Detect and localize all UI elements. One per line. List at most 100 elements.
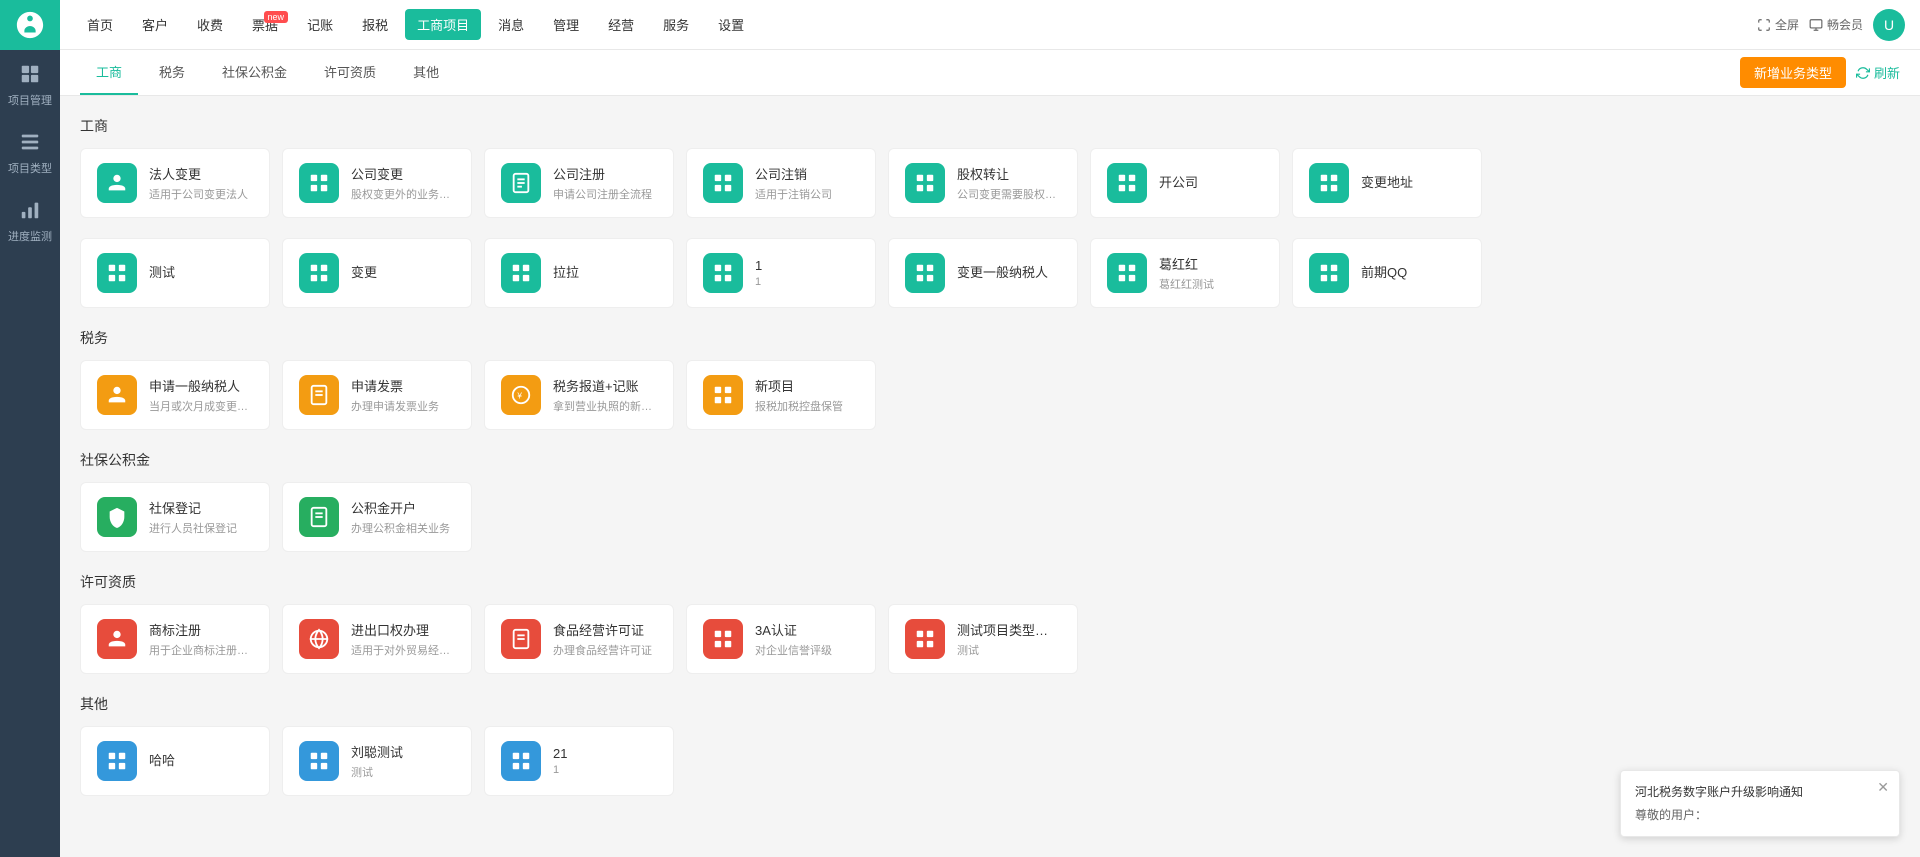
card-title: 拉拉 bbox=[553, 262, 657, 281]
list-icon bbox=[16, 128, 44, 156]
card-test[interactable]: 测试 bbox=[80, 238, 270, 308]
tab-license[interactable]: 许可资质 bbox=[308, 50, 392, 95]
import-icon bbox=[299, 619, 339, 659]
user-avatar[interactable]: U bbox=[1873, 9, 1905, 41]
card-company-cancel[interactable]: 公司注销 适用于注销公司 bbox=[686, 148, 876, 218]
card-trademark[interactable]: 商标注册 用于企业商标注册服务 bbox=[80, 604, 270, 674]
card-food-license[interactable]: 食品经营许可证 办理食品经营许可证 bbox=[484, 604, 674, 674]
card-apply-taxpayer[interactable]: 申请一般纳税人 当月或次月成变更完成 bbox=[80, 360, 270, 430]
nav-message[interactable]: 消息 bbox=[486, 9, 536, 40]
section-title-other: 其他 bbox=[80, 694, 1900, 714]
logo[interactable] bbox=[0, 0, 60, 50]
tax-icon: ¥ bbox=[501, 375, 541, 415]
tab-social[interactable]: 社保公积金 bbox=[206, 50, 303, 95]
card-apply-invoice[interactable]: 申请发票 办理申请发票业务 bbox=[282, 360, 472, 430]
tab-gongshang[interactable]: 工商 bbox=[80, 50, 138, 95]
cards-license: 商标注册 用于企业商标注册服务 进出口权办理 适用于对外贸易经营者 bbox=[80, 604, 1900, 674]
trademark-icon bbox=[97, 619, 137, 659]
card-tax-report[interactable]: ¥ 税务报道+记账 拿到营业执照的新公司 bbox=[484, 360, 674, 430]
card-text: 葛红红 葛红红测试 bbox=[1159, 254, 1263, 292]
card-haha[interactable]: 哈哈 bbox=[80, 726, 270, 796]
tab-tax[interactable]: 税务 bbox=[143, 50, 201, 95]
grid-icon-c bbox=[299, 253, 339, 293]
nav-operation[interactable]: 经营 bbox=[596, 9, 646, 40]
card-text: 税务报道+记账 拿到营业执照的新公司 bbox=[553, 376, 657, 414]
refresh-icon bbox=[1856, 66, 1870, 80]
card-desc: 测试 bbox=[351, 764, 455, 780]
sidebar-item-progress[interactable]: 进度监测 bbox=[0, 186, 60, 254]
card-change-address[interactable]: 变更地址 bbox=[1292, 148, 1482, 218]
card-lala[interactable]: 拉拉 bbox=[484, 238, 674, 308]
bank-icon bbox=[299, 497, 339, 537]
new-badge: new bbox=[264, 11, 289, 23]
card-title: 股权转让 bbox=[957, 164, 1061, 183]
card-text: 变更 bbox=[351, 262, 455, 284]
card-desc: 公司变更需要股权转让 bbox=[957, 186, 1061, 202]
sidebar-item-project-type[interactable]: 项目类型 bbox=[0, 118, 60, 186]
card-title: 前期QQ bbox=[1361, 262, 1465, 281]
card-3a[interactable]: 3A认证 对企业信誉评级 bbox=[686, 604, 876, 674]
nav-business[interactable]: 工商项目 bbox=[405, 9, 481, 40]
card-title: 变更地址 bbox=[1361, 172, 1465, 191]
card-company-change[interactable]: 公司变更 股权变更外的业务变更 bbox=[282, 148, 472, 218]
notification-popup: ✕ 河北税务数字账户升级影响通知 尊敬的用户： bbox=[1620, 770, 1900, 837]
card-test-type[interactable]: 测试项目类型自定义 测试 bbox=[888, 604, 1078, 674]
nav-client[interactable]: 客户 bbox=[130, 9, 180, 40]
card-title: 开公司 bbox=[1159, 172, 1263, 191]
food-icon bbox=[501, 619, 541, 659]
card-title: 税务报道+记账 bbox=[553, 376, 657, 395]
card-change2[interactable]: 变更 bbox=[282, 238, 472, 308]
section-title-license: 许可资质 bbox=[80, 572, 1900, 592]
card-fund-open[interactable]: 公积金开户 办理公积金相关业务 bbox=[282, 482, 472, 552]
invoice-icon bbox=[299, 375, 339, 415]
grid-small-icon2 bbox=[1309, 163, 1349, 203]
topnav: 首页 客户 收费 票据 new 记账 报税 工商项目 消息 管理 经营 服务 设… bbox=[60, 0, 1920, 50]
card-title: 测试 bbox=[149, 262, 253, 281]
nav-home[interactable]: 首页 bbox=[75, 9, 125, 40]
nav-fee[interactable]: 收费 bbox=[185, 9, 235, 40]
card-desc: 适用于公司变更法人 bbox=[149, 186, 253, 202]
nav-bookkeeping[interactable]: 记账 bbox=[295, 9, 345, 40]
chart-icon bbox=[16, 196, 44, 224]
card-title: 商标注册 bbox=[149, 620, 253, 639]
card-equity-transfer[interactable]: 股权转让 公司变更需要股权转让 bbox=[888, 148, 1078, 218]
grid-small-icon bbox=[1107, 163, 1147, 203]
sidebar-item-project-management[interactable]: 项目管理 bbox=[0, 50, 60, 118]
card-one[interactable]: 1 1 bbox=[686, 238, 876, 308]
card-text: 开公司 bbox=[1159, 172, 1263, 194]
nav-service[interactable]: 服务 bbox=[651, 9, 701, 40]
tab-other[interactable]: 其他 bbox=[397, 50, 455, 95]
card-gehonghong[interactable]: 葛红红 葛红红测试 bbox=[1090, 238, 1280, 308]
orange-person-icon bbox=[97, 375, 137, 415]
fullscreen-button[interactable]: 全屏 bbox=[1757, 16, 1799, 33]
card-desc: 1 bbox=[755, 276, 859, 288]
notification-close-button[interactable]: ✕ bbox=[1877, 779, 1889, 796]
grid-icon-lc bbox=[299, 741, 339, 781]
card-change-taxpayer[interactable]: 变更一般纳税人 bbox=[888, 238, 1078, 308]
nav-ticket[interactable]: 票据 new bbox=[240, 9, 290, 40]
card-legal-change[interactable]: 法人变更 适用于公司变更法人 bbox=[80, 148, 270, 218]
card-title: 1 bbox=[755, 258, 859, 273]
card-social-register[interactable]: 社保登记 进行人员社保登记 bbox=[80, 482, 270, 552]
card-open-company[interactable]: 开公司 bbox=[1090, 148, 1280, 218]
card-21[interactable]: 21 1 bbox=[484, 726, 674, 796]
transfer-icon bbox=[905, 163, 945, 203]
nav-settings[interactable]: 设置 bbox=[706, 9, 756, 40]
nav-manage[interactable]: 管理 bbox=[541, 9, 591, 40]
member-button[interactable]: 畅会员 bbox=[1809, 16, 1863, 33]
card-text: 刘聪测试 测试 bbox=[351, 742, 455, 780]
card-desc: 办理食品经营许可证 bbox=[553, 642, 657, 658]
card-qq[interactable]: 前期QQ bbox=[1292, 238, 1482, 308]
card-title: 刘聪测试 bbox=[351, 742, 455, 761]
card-company-register[interactable]: 公司注册 申请公司注册全流程 bbox=[484, 148, 674, 218]
card-text: 测试 bbox=[149, 262, 253, 284]
card-liucong[interactable]: 刘聪测试 测试 bbox=[282, 726, 472, 796]
nav-tax[interactable]: 报税 bbox=[350, 9, 400, 40]
sidebar-label-progress: 进度监测 bbox=[8, 228, 52, 244]
notification-body: 尊敬的用户： bbox=[1635, 806, 1885, 824]
card-import-export[interactable]: 进出口权办理 适用于对外贸易经营者 bbox=[282, 604, 472, 674]
card-new-project[interactable]: 新项目 报税加税控盘保管 bbox=[686, 360, 876, 430]
refresh-button[interactable]: 刷新 bbox=[1856, 63, 1900, 82]
card-text: 变更地址 bbox=[1361, 172, 1465, 194]
new-type-button[interactable]: 新增业务类型 bbox=[1740, 57, 1846, 88]
